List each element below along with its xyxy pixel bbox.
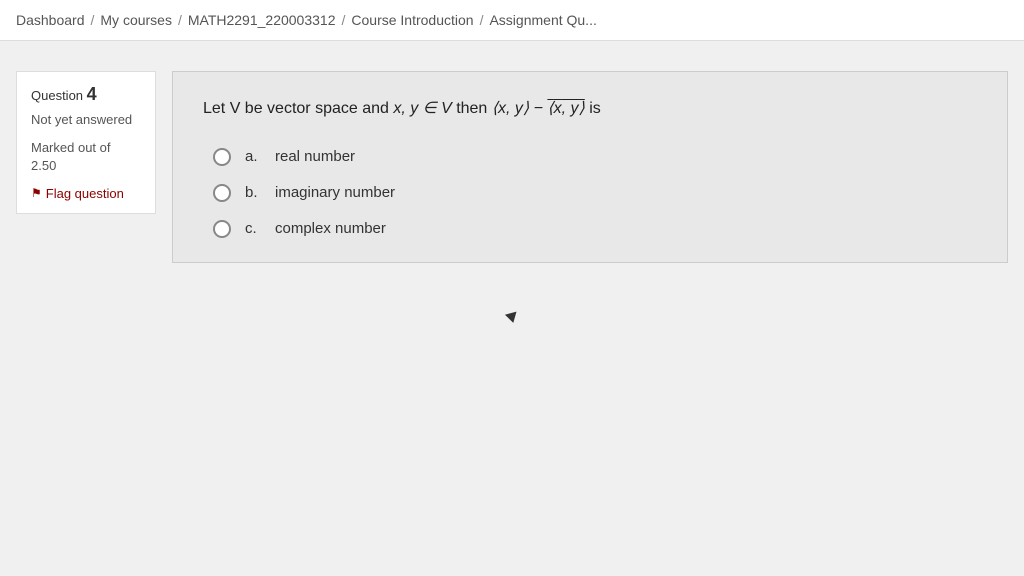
breadcrumb-sep-3: / [342, 12, 346, 28]
option-b[interactable]: b. imaginary number [213, 184, 977, 202]
breadcrumb-course-code[interactable]: MATH2291_220003312 [188, 12, 336, 28]
cursor-area [0, 283, 1024, 323]
question-expr: ⟨x, y⟩ − [492, 100, 548, 117]
option-c-letter: c. [245, 220, 261, 237]
question-then: then [456, 100, 492, 117]
option-b-letter: b. [245, 184, 261, 201]
question-text: Let V be vector space and x, y ∈ V then … [203, 96, 977, 122]
main-content: Question 4 Not yet answered Marked out o… [0, 51, 1024, 283]
options-list: a. real number b. imaginary number c. co… [203, 148, 977, 238]
option-c[interactable]: c. complex number [213, 220, 977, 238]
breadcrumb-my-courses[interactable]: My courses [100, 12, 172, 28]
breadcrumb-sep-1: / [91, 12, 95, 28]
option-c-text: complex number [275, 220, 386, 237]
breadcrumb: Dashboard / My courses / MATH2291_220003… [0, 0, 1024, 41]
option-b-text: imaginary number [275, 184, 395, 201]
option-b-radio[interactable] [213, 184, 231, 202]
question-overline-expr: ⟨x, y⟩ [547, 100, 584, 117]
mouse-cursor [505, 311, 519, 324]
breadcrumb-sep-2: / [178, 12, 182, 28]
marked-out-value: 2.50 [31, 158, 56, 173]
question-is: is [589, 100, 601, 117]
question-math-vars: x, y ∈ V [393, 100, 451, 117]
breadcrumb-dashboard[interactable]: Dashboard [16, 12, 85, 28]
question-label: Question 4 [31, 84, 141, 105]
question-number: 4 [87, 84, 97, 104]
question-sidebar: Question 4 Not yet answered Marked out o… [16, 71, 156, 214]
breadcrumb-assignment[interactable]: Assignment Qu... [489, 12, 596, 28]
flag-icon: ⚑ [31, 186, 42, 200]
question-status: Not yet answered [31, 111, 141, 129]
flag-question-label: Flag question [46, 186, 124, 201]
option-a-letter: a. [245, 148, 261, 165]
option-c-radio[interactable] [213, 220, 231, 238]
breadcrumb-course-intro[interactable]: Course Introduction [351, 12, 473, 28]
breadcrumb-sep-4: / [480, 12, 484, 28]
flag-question-button[interactable]: ⚑ Flag question [31, 186, 141, 201]
question-intro: Let V be vector space and [203, 100, 393, 117]
option-a-text: real number [275, 148, 355, 165]
question-body: Let V be vector space and x, y ∈ V then … [172, 71, 1008, 263]
marked-out-label: Marked out of 2.50 [31, 139, 141, 175]
option-a[interactable]: a. real number [213, 148, 977, 166]
option-a-radio[interactable] [213, 148, 231, 166]
